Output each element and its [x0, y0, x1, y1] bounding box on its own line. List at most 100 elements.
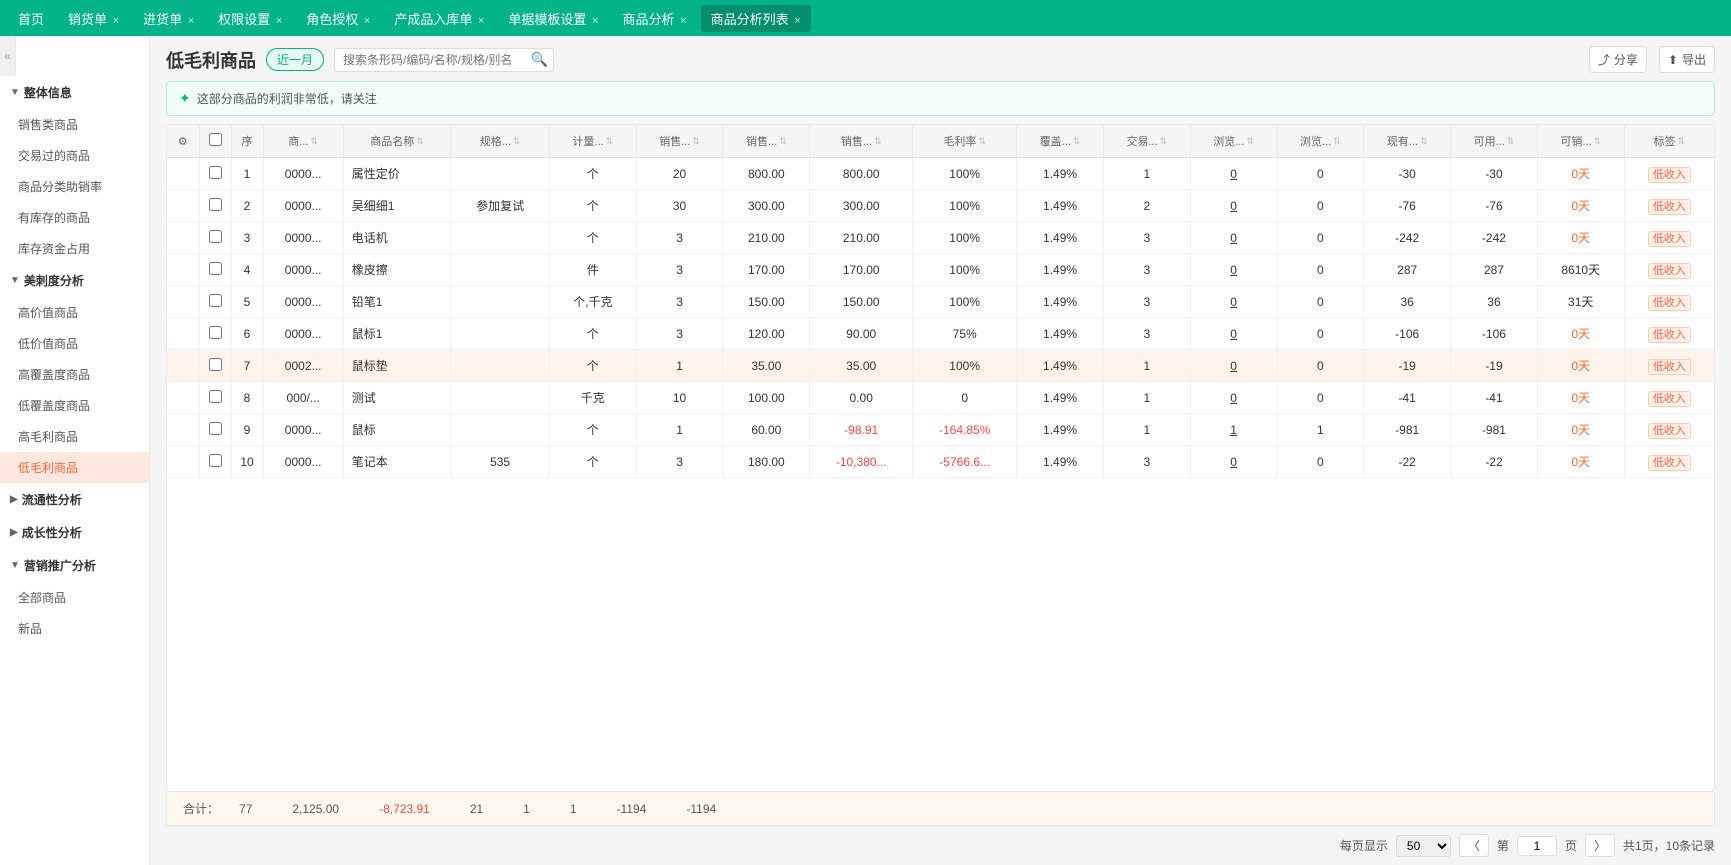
- search-icon[interactable]: 🔍: [531, 51, 548, 68]
- nav-close-purchase[interactable]: ×: [188, 15, 194, 27]
- sidebar-item-high-value[interactable]: 高价值商品: [0, 297, 149, 328]
- page-input[interactable]: [1517, 836, 1557, 856]
- nav-close-roles[interactable]: ×: [364, 15, 370, 27]
- row-name[interactable]: 铅笔1: [343, 286, 451, 318]
- share-button[interactable]: ⤴ 分享: [1589, 46, 1647, 73]
- row-checkbox[interactable]: [199, 158, 231, 190]
- nav-close-analysis[interactable]: ×: [680, 15, 686, 27]
- nav-analysis-list[interactable]: 商品分析列表 ×: [701, 5, 811, 32]
- next-page-btn[interactable]: 〉: [1585, 834, 1615, 857]
- settings-col-header[interactable]: ⚙: [167, 125, 199, 158]
- nav-close-sales[interactable]: ×: [113, 15, 119, 27]
- row-name[interactable]: 鼠标: [343, 414, 451, 446]
- col-header-sellable[interactable]: 可销... ⇅: [1537, 125, 1624, 158]
- row-browse1[interactable]: 0: [1190, 446, 1277, 478]
- row-browse1[interactable]: 0: [1190, 158, 1277, 190]
- sidebar-item-high-coverage[interactable]: 高覆盖度商品: [0, 359, 149, 390]
- row-check-8[interactable]: [209, 422, 222, 435]
- filter-button[interactable]: 近一月: [266, 48, 324, 71]
- col-header-current[interactable]: 现有... ⇅: [1364, 125, 1451, 158]
- row-check-7[interactable]: [209, 390, 222, 403]
- sidebar-group-beauty[interactable]: ▼ 美刺度分析: [0, 264, 149, 297]
- row-name[interactable]: 橡皮擦: [343, 254, 451, 286]
- row-checkbox[interactable]: [199, 414, 231, 446]
- col-header-unit[interactable]: 计量... ⇅: [549, 125, 636, 158]
- row-browse1[interactable]: 0: [1190, 382, 1277, 414]
- col-header-code[interactable]: 商... ⇅: [263, 125, 343, 158]
- row-check-1[interactable]: [209, 198, 222, 211]
- row-check-6[interactable]: [209, 358, 222, 371]
- row-check-5[interactable]: [209, 326, 222, 339]
- row-name[interactable]: 鼠标1: [343, 318, 451, 350]
- nav-permissions[interactable]: 权限设置 ×: [208, 5, 292, 32]
- nav-home[interactable]: 首页: [8, 5, 54, 32]
- sidebar-item-stock-capital[interactable]: 库存资金占用: [0, 233, 149, 264]
- export-button[interactable]: ⬆ 导出: [1659, 46, 1715, 73]
- sidebar-item-new-goods[interactable]: 新品: [0, 613, 149, 644]
- nav-close-template[interactable]: ×: [592, 15, 598, 27]
- sidebar-item-all-goods[interactable]: 全部商品: [0, 582, 149, 613]
- nav-roles[interactable]: 角色授权 ×: [296, 5, 380, 32]
- sidebar-collapse-btn[interactable]: «: [0, 36, 16, 76]
- row-browse1[interactable]: 0: [1190, 286, 1277, 318]
- row-check-9[interactable]: [209, 454, 222, 467]
- row-name[interactable]: 笔记本: [343, 446, 451, 478]
- col-header-browse1[interactable]: 浏览... ⇅: [1190, 125, 1277, 158]
- nav-analysis[interactable]: 商品分析 ×: [612, 5, 696, 32]
- row-checkbox[interactable]: [199, 286, 231, 318]
- row-name[interactable]: 鼠标垫: [343, 350, 451, 382]
- sidebar-item-in-stock[interactable]: 有库存的商品: [0, 202, 149, 233]
- sidebar-item-low-coverage[interactable]: 低覆盖度商品: [0, 390, 149, 421]
- row-browse1[interactable]: 0: [1190, 222, 1277, 254]
- row-checkbox[interactable]: [199, 318, 231, 350]
- col-header-browse2[interactable]: 浏览... ⇅: [1277, 125, 1364, 158]
- row-browse1[interactable]: 0: [1190, 318, 1277, 350]
- sidebar-group-growth[interactable]: ▶ 成长性分析: [0, 516, 149, 549]
- sidebar-item-high-margin[interactable]: 高毛利商品: [0, 421, 149, 452]
- nav-warehouse[interactable]: 产成品入库单 ×: [384, 5, 494, 32]
- col-header-spec[interactable]: 规格... ⇅: [451, 125, 550, 158]
- nav-close-permissions[interactable]: ×: [276, 15, 282, 27]
- col-header-sales-price[interactable]: 销售... ⇅: [723, 125, 810, 158]
- page-size-select[interactable]: 50 100 200: [1396, 835, 1451, 857]
- row-checkbox[interactable]: [199, 222, 231, 254]
- row-checkbox[interactable]: [199, 446, 231, 478]
- nav-purchase[interactable]: 进货单 ×: [133, 5, 204, 32]
- row-name[interactable]: 吴细细1: [343, 190, 451, 222]
- sidebar-item-low-margin[interactable]: 低毛利商品: [0, 452, 149, 483]
- row-check-3[interactable]: [209, 262, 222, 275]
- row-checkbox[interactable]: [199, 254, 231, 286]
- col-header-gross-margin[interactable]: 毛利率 ⇅: [913, 125, 1017, 158]
- sidebar-group-overall[interactable]: ▼ 整体信息: [0, 76, 149, 109]
- col-header-tag[interactable]: 标签 ⇅: [1624, 125, 1714, 158]
- row-checkbox[interactable]: [199, 382, 231, 414]
- row-name[interactable]: 电话机: [343, 222, 451, 254]
- col-header-sales-profit[interactable]: 销售... ⇅: [810, 125, 913, 158]
- row-browse1[interactable]: 0: [1190, 350, 1277, 382]
- col-header-coverage[interactable]: 覆盖... ⇅: [1017, 125, 1104, 158]
- sidebar-group-marketing[interactable]: ▼ 营销推广分析: [0, 549, 149, 582]
- row-browse1[interactable]: 1: [1190, 414, 1277, 446]
- row-checkbox[interactable]: [199, 190, 231, 222]
- row-check-0[interactable]: [209, 166, 222, 179]
- nav-sales[interactable]: 销货单 ×: [58, 5, 129, 32]
- row-check-4[interactable]: [209, 294, 222, 307]
- col-header-available[interactable]: 可用... ⇅: [1451, 125, 1538, 158]
- sidebar-group-flow[interactable]: ▶ 流通性分析: [0, 483, 149, 516]
- search-input[interactable]: [334, 48, 554, 72]
- col-header-name[interactable]: 商品名称 ⇅: [343, 125, 451, 158]
- row-name[interactable]: 属性定价: [343, 158, 451, 190]
- row-checkbox[interactable]: [199, 350, 231, 382]
- sidebar-item-traded-goods[interactable]: 交易过的商品: [0, 140, 149, 171]
- nav-close-analysis-list[interactable]: ×: [794, 15, 800, 27]
- sidebar-item-category-rate[interactable]: 商品分类助销率: [0, 171, 149, 202]
- col-header-transaction[interactable]: 交易... ⇅: [1103, 125, 1190, 158]
- nav-close-warehouse[interactable]: ×: [478, 15, 484, 27]
- sidebar-item-low-value[interactable]: 低价值商品: [0, 328, 149, 359]
- row-check-2[interactable]: [209, 230, 222, 243]
- sidebar-item-sales-goods[interactable]: 销售类商品: [0, 109, 149, 140]
- row-name[interactable]: 测试: [343, 382, 451, 414]
- col-header-sales-qty[interactable]: 销售... ⇅: [636, 125, 723, 158]
- row-browse1[interactable]: 0: [1190, 254, 1277, 286]
- select-all-checkbox[interactable]: [209, 133, 222, 146]
